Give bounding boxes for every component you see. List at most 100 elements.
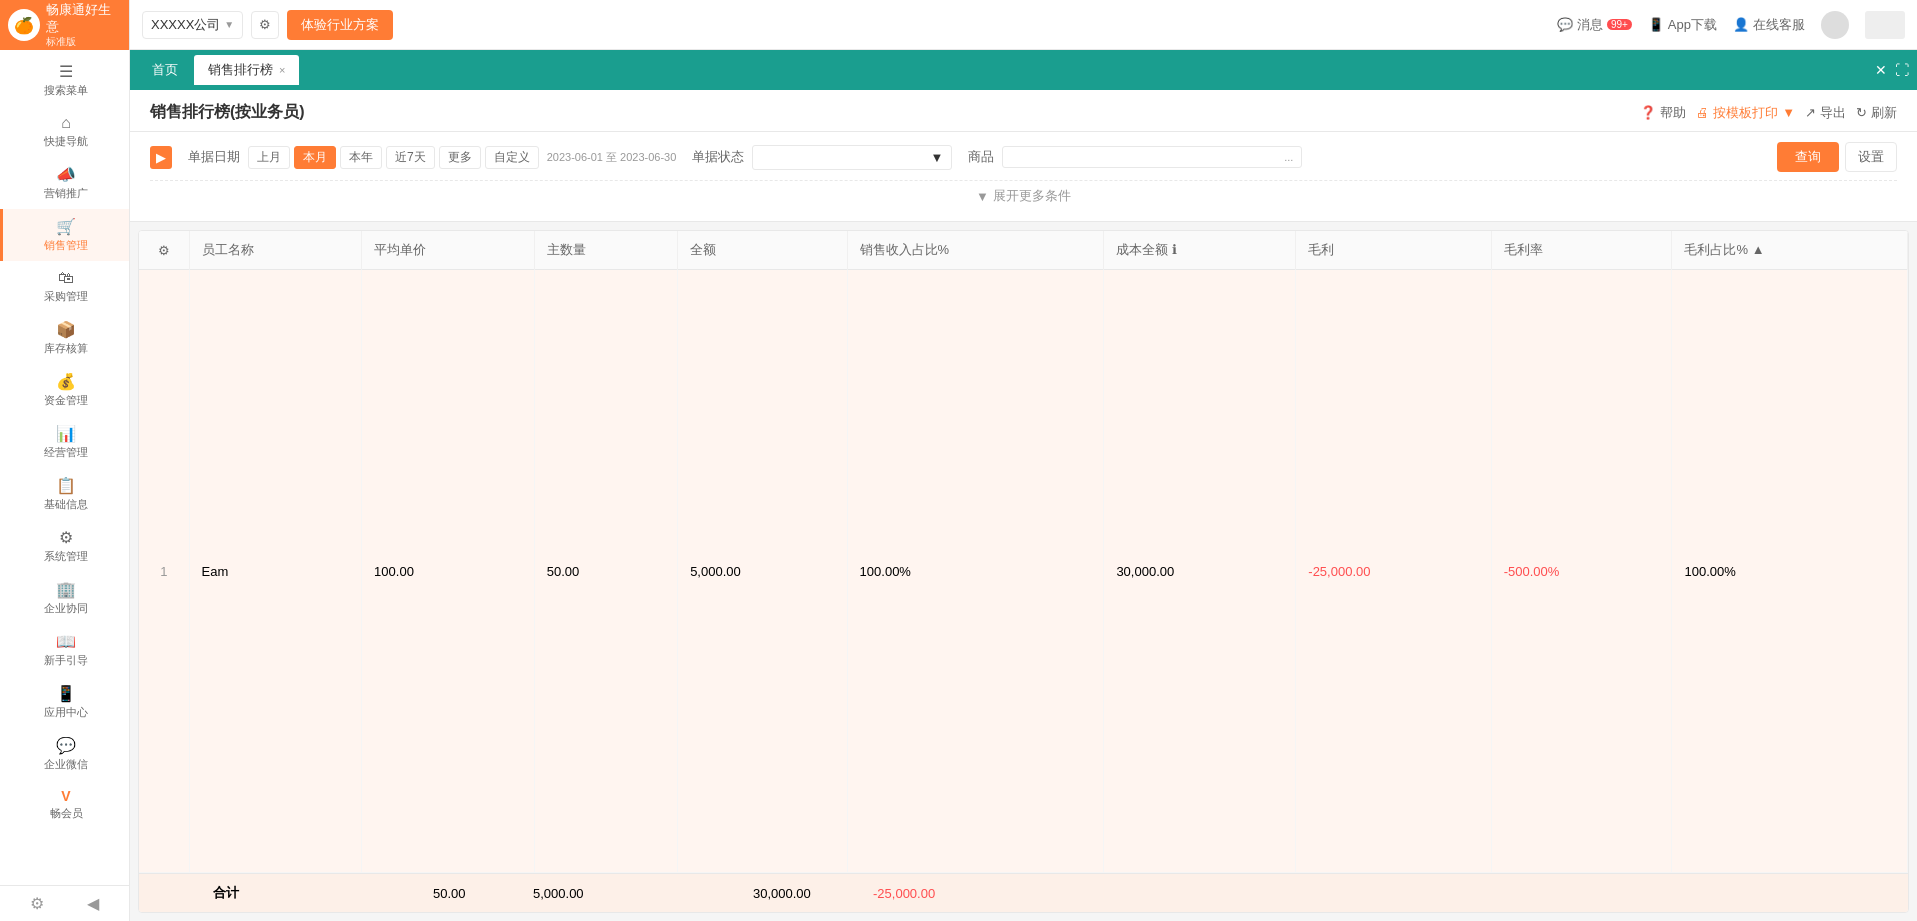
sidebar-nav: ☰ 搜索菜单 ⌂ 快捷导航 📣 营销推广 🛒 销售管理 🛍 采购管理 📦 库存核…: [0, 50, 129, 885]
date-btn-this-year[interactable]: 本年: [340, 146, 382, 169]
page-actions: ❓ 帮助 🖨 按模板打印 ▼ ↗ 导出 ↻ 刷新: [1640, 104, 1897, 122]
date-btn-custom[interactable]: 自定义: [485, 146, 539, 169]
help-icon: ❓: [1640, 105, 1656, 120]
settings-button[interactable]: 设置: [1845, 142, 1897, 172]
refresh-button[interactable]: ↻ 刷新: [1856, 104, 1897, 122]
date-btn-7days[interactable]: 近7天: [386, 146, 435, 169]
sidebar-item-system[interactable]: ⚙ 系统管理: [0, 520, 129, 572]
col-amount-header: 全额: [678, 231, 847, 270]
date-btn-this-month[interactable]: 本月: [294, 146, 336, 169]
date-label: 单据日期: [188, 148, 240, 166]
tab-home[interactable]: 首页: [138, 55, 192, 85]
cell-sales-pct: 100.00%: [847, 270, 1104, 873]
expand-more-button[interactable]: ▼ 展开更多条件: [976, 187, 1071, 205]
sidebar-item-label: 资金管理: [44, 393, 88, 408]
sidebar-item-sales[interactable]: 🛒 销售管理: [0, 209, 129, 261]
sidebar-item-basics[interactable]: 📋 基础信息: [0, 468, 129, 520]
filter-toggle-icon[interactable]: ▶: [150, 146, 172, 169]
tab-expand-icon[interactable]: ⛶: [1895, 62, 1909, 78]
message-badge: 99+: [1607, 19, 1632, 30]
message-icon: 💬: [1557, 17, 1573, 32]
cell-gross-pct: 100.00%: [1672, 270, 1908, 873]
user-name-placeholder: [1865, 11, 1905, 39]
logo-sub-text: 标准版: [46, 35, 121, 48]
sidebar-item-label: 库存核算: [44, 341, 88, 356]
corp-icon: 🏢: [56, 580, 76, 599]
sidebar-item-label: 销售管理: [44, 238, 88, 253]
sidebar-item-purchase[interactable]: 🛍 采购管理: [0, 261, 129, 312]
sidebar-item-quick-nav[interactable]: ⌂ 快捷导航: [0, 106, 129, 157]
sidebar-item-vip[interactable]: V 畅会员: [0, 780, 129, 829]
refresh-icon: ↻: [1856, 105, 1867, 120]
print-button[interactable]: 🖨 按模板打印 ▼: [1696, 104, 1795, 122]
cell-main-qty: 50.00: [534, 270, 677, 873]
sidebar-collapse-icon[interactable]: ◀: [87, 894, 99, 913]
sidebar-item-marketing[interactable]: 📣 营销推广: [0, 157, 129, 209]
sales-icon: 🛒: [56, 217, 76, 236]
search-menu-icon: ☰: [59, 62, 73, 81]
service-icon: 👤: [1733, 17, 1749, 32]
online-service-button[interactable]: 👤 在线客服: [1733, 16, 1805, 34]
sidebar-item-label: 畅会员: [50, 806, 83, 821]
footer-amount: 5,000.00: [521, 886, 621, 901]
company-selector[interactable]: XXXXX公司 ▼: [142, 11, 243, 39]
sidebar-item-wechat[interactable]: 💬 企业微信: [0, 728, 129, 780]
tab-close-icon[interactable]: ×: [279, 64, 285, 76]
refresh-label: 刷新: [1871, 104, 1897, 122]
sidebar-item-finance[interactable]: 💰 资金管理: [0, 364, 129, 416]
avatar[interactable]: [1821, 11, 1849, 39]
logo-main-text: 畅康通好生意: [46, 2, 121, 36]
download-icon: 📱: [1648, 17, 1664, 32]
sidebar-item-operations[interactable]: 📊 经营管理: [0, 416, 129, 468]
sidebar-item-corp[interactable]: 🏢 企业协同: [0, 572, 129, 624]
filter-expand-icon-btn[interactable]: ▶: [150, 146, 172, 169]
help-button[interactable]: ❓ 帮助: [1640, 104, 1686, 122]
purchase-icon: 🛍: [58, 269, 74, 287]
sidebar-item-search[interactable]: ☰ 搜索菜单: [0, 54, 129, 106]
table-row: 1 Eam 100.00 50.00 5,000.00 100.00% 30,0…: [139, 270, 1908, 873]
sidebar-item-label: 基础信息: [44, 497, 88, 512]
topbar-settings-button[interactable]: ⚙: [251, 11, 279, 39]
company-name: XXXXX公司: [151, 16, 220, 34]
filter-expand-row: ▼ 展开更多条件: [150, 180, 1897, 211]
app-download-button[interactable]: 📱 App下载: [1648, 16, 1717, 34]
date-btn-more[interactable]: 更多: [439, 146, 481, 169]
app-download-label: App下载: [1668, 16, 1717, 34]
cell-cost: 30,000.00: [1104, 270, 1296, 873]
tab-sales-ranking[interactable]: 销售排行榜 ×: [194, 55, 299, 85]
sidebar: 🍊 畅康通好生意 标准版 ☰ 搜索菜单 ⌂ 快捷导航 📣 营销推广 🛒 销售管理…: [0, 0, 130, 921]
col-avg-price-header: 平均单价: [362, 231, 535, 270]
trial-button[interactable]: 体验行业方案: [287, 10, 393, 40]
export-button[interactable]: ↗ 导出: [1805, 104, 1846, 122]
sidebar-item-label: 采购管理: [44, 289, 88, 304]
logo-icon: 🍊: [8, 9, 40, 41]
status-chevron-icon: ▼: [930, 150, 943, 165]
sidebar-item-label: 营销推广: [44, 186, 88, 201]
sidebar-settings-icon[interactable]: ⚙: [30, 894, 44, 913]
print-chevron-icon: ▼: [1782, 105, 1795, 120]
goods-input[interactable]: ...: [1002, 146, 1302, 168]
query-buttons: 查询 设置: [1777, 142, 1897, 172]
cell-gross-rate: -500.00%: [1491, 270, 1672, 873]
sidebar-item-apps[interactable]: 📱 应用中心: [0, 676, 129, 728]
sidebar-item-inventory[interactable]: 📦 库存核算: [0, 312, 129, 364]
tab-close-all-icon[interactable]: ✕: [1875, 62, 1887, 78]
wechat-icon: 💬: [56, 736, 76, 755]
goods-more-icon[interactable]: ...: [1284, 151, 1293, 163]
date-btn-last-month[interactable]: 上月: [248, 146, 290, 169]
query-button[interactable]: 查询: [1777, 142, 1839, 172]
sidebar-item-guide[interactable]: 📖 新手引导: [0, 624, 129, 676]
col-name-header: 员工名称: [189, 231, 362, 270]
message-button[interactable]: 💬 消息 99+: [1557, 16, 1632, 34]
main-area: XXXXX公司 ▼ ⚙ 体验行业方案 💬 消息 99+ 📱 App下载 👤 在线…: [130, 0, 1917, 921]
filter-row: ▶ 单据日期 上月 本月 本年 近7天 更多 自定义 2023-06-01 至 …: [150, 142, 1897, 172]
settings-col-icon[interactable]: ⚙: [158, 243, 170, 258]
gear-icon: ⚙: [259, 17, 271, 32]
col-cost-header: 成本全额 ℹ: [1104, 231, 1296, 270]
table-header-row: ⚙ 员工名称 平均单价 主数量 全额: [139, 231, 1908, 270]
status-select[interactable]: ▼: [752, 145, 952, 170]
basics-icon: 📋: [56, 476, 76, 495]
online-service-label: 在线客服: [1753, 16, 1805, 34]
goods-label: 商品: [968, 148, 994, 166]
cell-avg-price: 100.00: [362, 270, 535, 873]
